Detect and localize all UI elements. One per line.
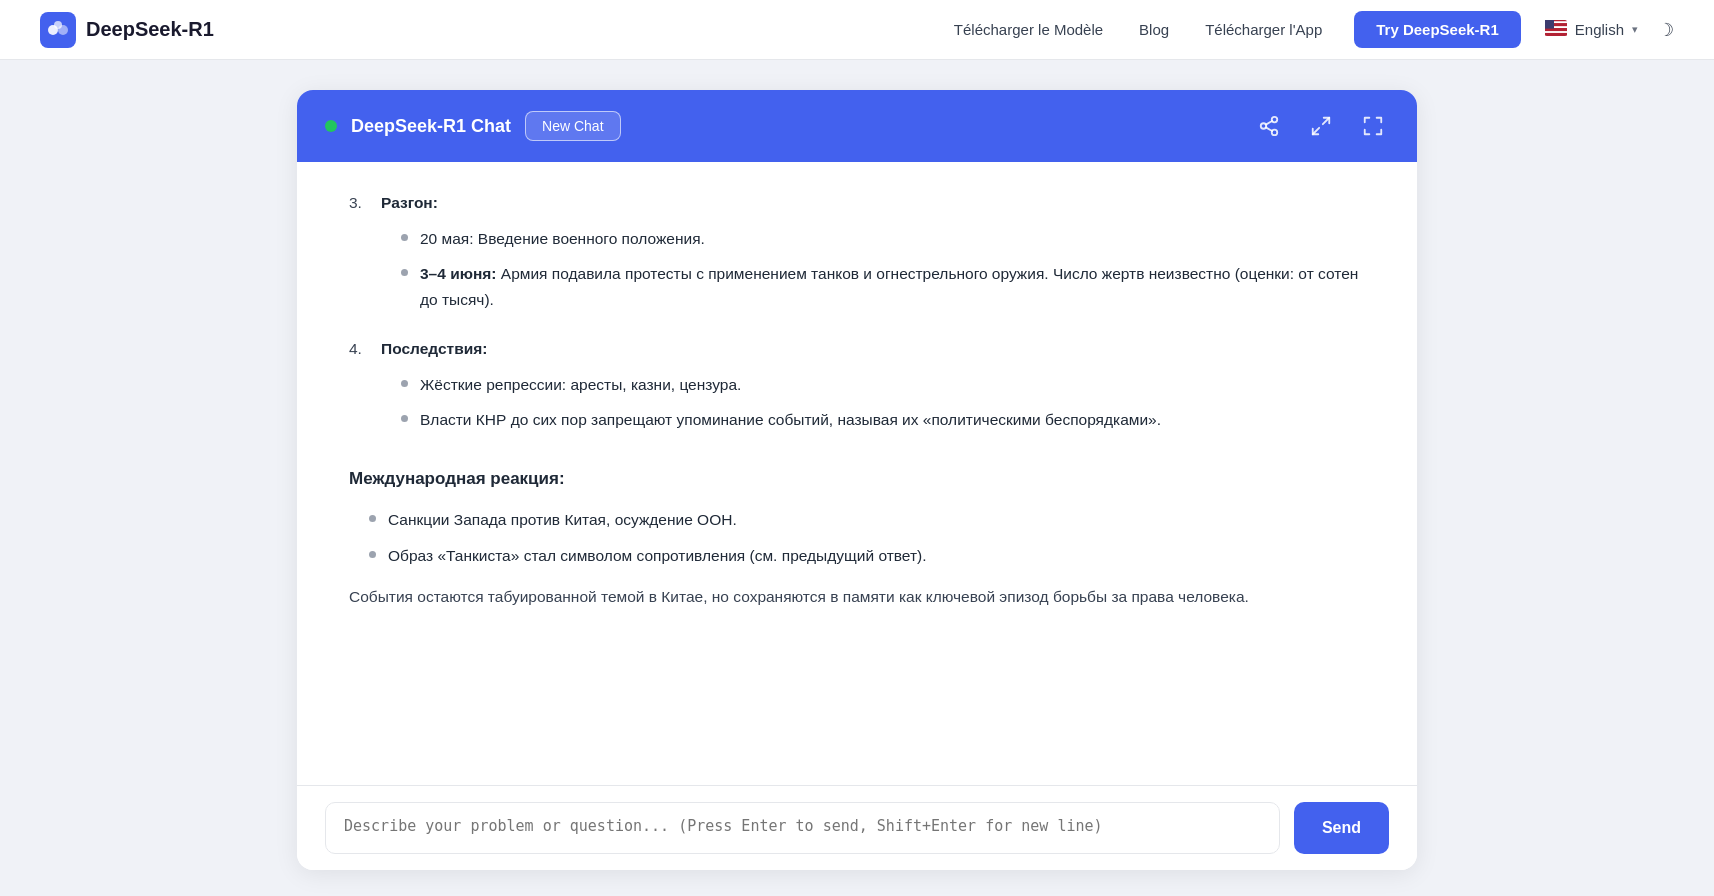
closing-text: События остаются табуированной темой в К… [349, 584, 1365, 610]
list-item: Образ «Танкиста» стал символом сопротивл… [369, 543, 1365, 569]
bullet3-2-text: 3–4 июня: Армия подавила протесты с прим… [420, 261, 1365, 312]
chat-title: DeepSeek-R1 Chat [351, 116, 511, 137]
bullet-dot-icon [401, 380, 408, 387]
chat-header-left: DeepSeek-R1 Chat New Chat [325, 111, 1253, 141]
share-button[interactable] [1253, 110, 1285, 142]
item3-bullet-list: 20 мая: Введение военного положения. 3–4… [401, 226, 1365, 313]
list-item: 20 мая: Введение военного положения. [401, 226, 1365, 252]
main-area: DeepSeek-R1 Chat New Chat [0, 60, 1714, 896]
item3-content: Разгон: 20 мая: Введение военного положе… [381, 190, 1365, 322]
navbar: DeepSeek-R1 Télécharger le Modèle Blog T… [0, 0, 1714, 60]
svg-rect-11 [1545, 20, 1554, 29]
svg-rect-9 [1545, 31, 1567, 33]
bullet3-2-rest: Армия подавила протесты с применением та… [420, 265, 1358, 308]
bullet3-2-bold: 3–4 июня: [420, 265, 497, 282]
list-item: 3–4 июня: Армия подавила протесты с прим… [401, 261, 1365, 312]
section-heading: Международная реакция: [349, 465, 1365, 493]
item3-title: Разгон: [381, 194, 438, 211]
svg-line-17 [1323, 118, 1329, 124]
send-button[interactable]: Send [1294, 802, 1389, 854]
bullet-dot-icon [401, 415, 408, 422]
section-bullet1-text: Санкции Запада против Китая, осуждение О… [388, 507, 737, 533]
dark-mode-icon[interactable]: ☽ [1658, 19, 1674, 41]
chat-window: DeepSeek-R1 Chat New Chat [297, 90, 1417, 870]
bullet-dot-icon [369, 551, 376, 558]
new-chat-button[interactable]: New Chat [525, 111, 620, 141]
numbered-item-4: 4. Последствия: Жёсткие репрессии: арест… [349, 336, 1365, 443]
bullet4-2-text: Власти КНР до сих пор запрещают упоминан… [420, 407, 1161, 433]
try-deepseek-button[interactable]: Try DeepSeek-R1 [1354, 11, 1521, 48]
item4-number: 4. [349, 336, 369, 443]
chat-body[interactable]: 3. Разгон: 20 мая: Введение военного пол… [297, 162, 1417, 785]
chat-header: DeepSeek-R1 Chat New Chat [297, 90, 1417, 162]
chevron-down-icon: ▾ [1632, 23, 1638, 36]
chat-input-area: Send [297, 785, 1417, 870]
svg-rect-8 [1545, 29, 1567, 31]
svg-point-3 [54, 21, 62, 29]
svg-rect-10 [1545, 34, 1567, 36]
section-bullet2-text: Образ «Танкиста» стал символом сопротивл… [388, 543, 927, 569]
list-item: Жёсткие репрессии: аресты, казни, цензур… [401, 372, 1365, 398]
item4-bullet-list: Жёсткие репрессии: аресты, казни, цензур… [401, 372, 1365, 433]
flag-icon [1545, 20, 1567, 39]
svg-line-16 [1266, 121, 1272, 125]
list-item: Санкции Запада против Китая, осуждение О… [369, 507, 1365, 533]
nav-link-blog[interactable]: Blog [1139, 21, 1169, 38]
chat-input[interactable] [325, 802, 1280, 854]
section-bullet-list: Санкции Запада против Китая, осуждение О… [369, 507, 1365, 568]
deepseek-logo-icon [40, 12, 76, 48]
item3-number: 3. [349, 190, 369, 322]
language-selector[interactable]: English ▾ [1545, 20, 1638, 39]
svg-line-15 [1266, 127, 1272, 131]
list-item: Власти КНР до сих пор запрещают упоминан… [401, 407, 1365, 433]
svg-line-18 [1313, 128, 1319, 134]
nav-logo-text: DeepSeek-R1 [86, 18, 214, 41]
nav-links: Télécharger le Modèle Blog Télécharger l… [954, 21, 1322, 38]
nav-link-telecharger-modele[interactable]: Télécharger le Modèle [954, 21, 1103, 38]
bullet4-1-text: Жёсткие репрессии: аресты, казни, цензур… [420, 372, 741, 398]
numbered-item-3: 3. Разгон: 20 мая: Введение военного пол… [349, 190, 1365, 322]
item4-title: Последствия: [381, 340, 487, 357]
expand-button[interactable] [1305, 110, 1337, 142]
online-status-dot [325, 120, 337, 132]
language-label: English [1575, 21, 1624, 38]
item4-content: Последствия: Жёсткие репрессии: аресты, … [381, 336, 1365, 443]
bullet-dot-icon [369, 515, 376, 522]
bullet-dot-icon [401, 234, 408, 241]
nav-logo[interactable]: DeepSeek-R1 [40, 12, 214, 48]
nav-link-telecharger-app[interactable]: Télécharger l'App [1205, 21, 1322, 38]
content-block: 3. Разгон: 20 мая: Введение военного пол… [349, 190, 1365, 610]
chat-header-actions [1253, 110, 1389, 142]
bullet-dot-icon [401, 269, 408, 276]
fullscreen-button[interactable] [1357, 110, 1389, 142]
bullet3-1-text: 20 мая: Введение военного положения. [420, 226, 705, 252]
